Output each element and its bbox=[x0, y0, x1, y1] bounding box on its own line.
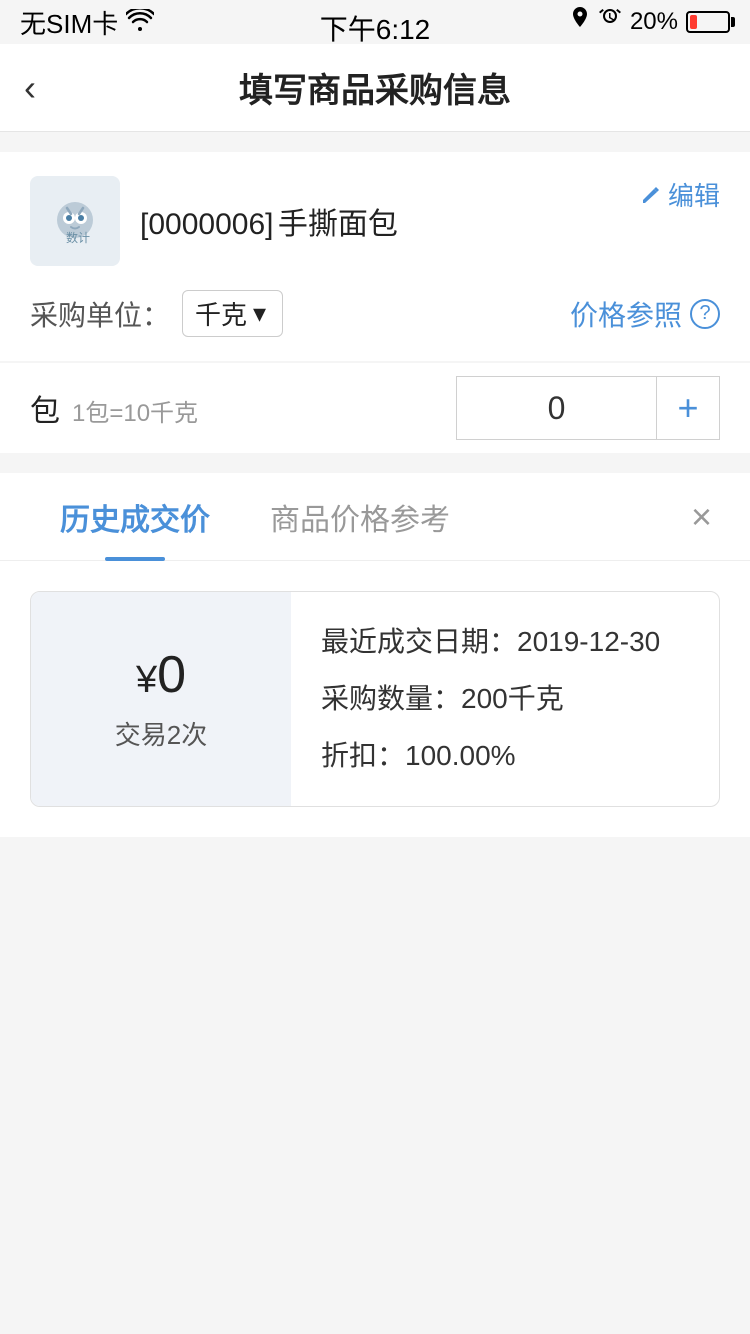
discount-row: 折扣：100.00% bbox=[321, 736, 689, 775]
discount-value: 100.00% bbox=[405, 740, 516, 771]
trade-times: 交易2次 bbox=[115, 715, 207, 752]
product-name: [0000006] 手撕面包 bbox=[140, 199, 398, 243]
tabs-left: 历史成交价 商品价格参考 bbox=[30, 473, 480, 561]
dropdown-icon: ▾ bbox=[253, 298, 266, 329]
status-bar: 无SIM卡 下午6:12 20% bbox=[0, 0, 750, 44]
price-card-left: ¥0 交易2次 bbox=[31, 592, 291, 806]
purchase-unit-label: 采购单位： bbox=[30, 294, 170, 334]
product-title: 手撕面包 bbox=[278, 208, 398, 241]
carrier-text: 无SIM卡 bbox=[20, 4, 118, 41]
alarm-icon bbox=[598, 7, 622, 38]
tab-product-price-ref[interactable]: 商品价格参考 bbox=[240, 473, 480, 561]
svg-text:数计: 数计 bbox=[66, 230, 90, 244]
purchase-qty-value: 200千克 bbox=[461, 683, 564, 714]
price-ref-label: 价格参照 bbox=[570, 294, 682, 334]
product-top: 数计 [0000006] 手撕面包 编辑 bbox=[30, 176, 720, 266]
unit-value: 千克 bbox=[195, 295, 247, 332]
last-trade-date-label: 最近成交日期： bbox=[321, 626, 517, 657]
currency-symbol: ¥ bbox=[136, 659, 157, 701]
quantity-label: 包 1包=10千克 bbox=[30, 386, 198, 430]
purchase-qty-row: 采购数量：200千克 bbox=[321, 679, 689, 718]
price-amount: ¥0 bbox=[136, 645, 186, 705]
status-time: 下午6:12 bbox=[320, 8, 431, 48]
status-left: 无SIM卡 bbox=[20, 4, 154, 41]
product-image-icon: 数计 bbox=[48, 190, 102, 253]
discount-label: 折扣： bbox=[321, 740, 405, 771]
history-content: ¥0 交易2次 最近成交日期：2019-12-30 采购数量：200千克 折扣：… bbox=[0, 561, 750, 837]
location-icon bbox=[570, 7, 590, 38]
help-icon: ? bbox=[699, 302, 710, 325]
tab-history-price[interactable]: 历史成交价 bbox=[30, 473, 240, 561]
edit-button[interactable]: 编辑 bbox=[640, 176, 720, 213]
wifi-icon bbox=[126, 7, 154, 38]
tabs-close-button[interactable]: × bbox=[683, 488, 720, 546]
product-card: 数计 [0000006] 手撕面包 编辑 采购单位： 千克 ▾ bbox=[0, 152, 750, 361]
bottom-area bbox=[0, 837, 750, 1237]
price-card: ¥0 交易2次 最近成交日期：2019-12-30 采购数量：200千克 折扣：… bbox=[30, 591, 720, 807]
product-thumbnail: 数计 bbox=[30, 176, 120, 266]
unit-ratio: 1包=10千克 bbox=[72, 393, 198, 428]
quantity-input-area: 0 + bbox=[456, 376, 720, 440]
battery-icon bbox=[686, 11, 730, 33]
product-left: 数计 [0000006] 手撕面包 bbox=[30, 176, 398, 266]
edit-label: 编辑 bbox=[668, 176, 720, 213]
product-id: [0000006] bbox=[140, 208, 273, 241]
back-button[interactable]: ‹ bbox=[24, 67, 36, 109]
tab-product-price-ref-label: 商品价格参考 bbox=[270, 495, 450, 539]
last-trade-date-value: 2019-12-30 bbox=[517, 626, 660, 657]
last-trade-date-row: 最近成交日期：2019-12-30 bbox=[321, 622, 689, 661]
unit-select[interactable]: 千克 ▾ bbox=[182, 290, 283, 337]
battery-pct: 20% bbox=[630, 8, 678, 36]
quantity-input[interactable]: 0 bbox=[456, 376, 656, 440]
purchase-unit: 采购单位： 千克 ▾ bbox=[30, 290, 283, 337]
status-right: 20% bbox=[570, 7, 730, 38]
page-title: 填写商品采购信息 bbox=[239, 63, 511, 112]
help-circle-icon: ? bbox=[690, 299, 720, 329]
quantity-plus-button[interactable]: + bbox=[656, 376, 720, 440]
tab-history-label: 历史成交价 bbox=[60, 495, 210, 539]
amount-value: 0 bbox=[157, 646, 186, 704]
tabs-header: 历史成交价 商品价格参考 × bbox=[0, 473, 750, 561]
battery-fill bbox=[690, 15, 697, 29]
tabs-panel: 历史成交价 商品价格参考 × ¥0 交易2次 最近成交日期：2019-12-30… bbox=[0, 473, 750, 837]
price-card-right: 最近成交日期：2019-12-30 采购数量：200千克 折扣：100.00% bbox=[291, 592, 719, 806]
purchase-qty-label: 采购数量： bbox=[321, 683, 461, 714]
product-bottom: 采购单位： 千克 ▾ 价格参照 ? bbox=[30, 290, 720, 337]
price-ref-button[interactable]: 价格参照 ? bbox=[570, 294, 720, 334]
nav-bar: ‹ 填写商品采购信息 bbox=[0, 44, 750, 132]
quantity-row: 包 1包=10千克 0 + bbox=[0, 363, 750, 453]
unit-name: 包 bbox=[30, 386, 60, 430]
